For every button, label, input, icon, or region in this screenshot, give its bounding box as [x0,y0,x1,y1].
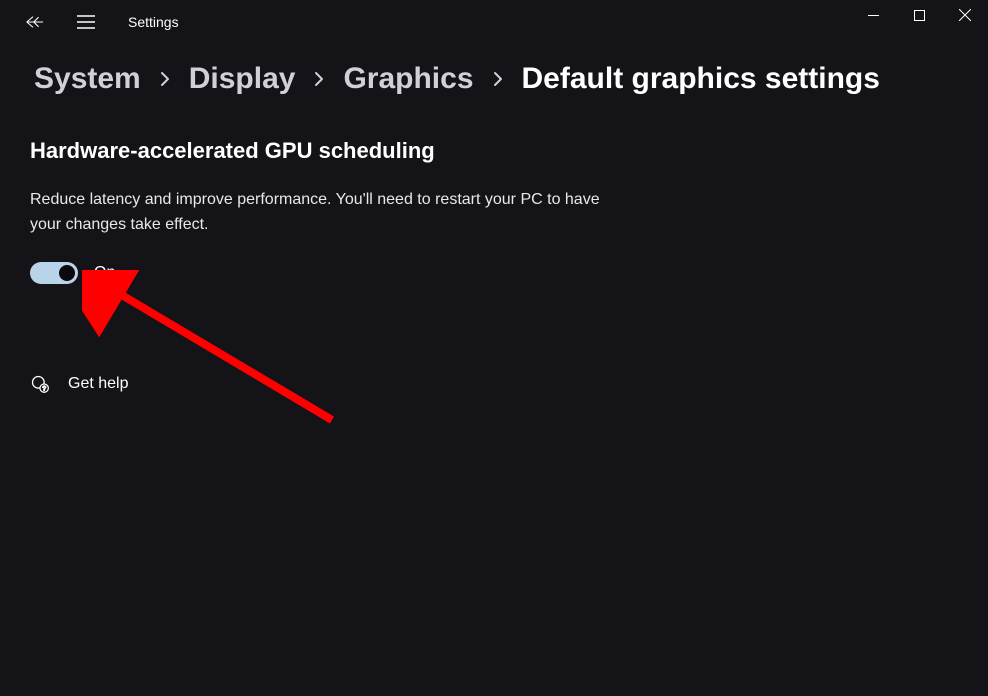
close-button[interactable] [942,0,988,30]
get-help-link[interactable]: ? Get help [30,374,988,394]
breadcrumb-current: Default graphics settings [522,62,880,96]
maximize-icon [914,10,925,21]
title-bar: Settings [0,0,988,44]
back-button[interactable] [16,2,56,42]
section-description: Reduce latency and improve performance. … [30,188,630,238]
hamburger-icon [77,15,95,29]
chevron-right-icon [313,70,325,88]
minimize-button[interactable] [850,0,896,30]
breadcrumb-system[interactable]: System [34,62,141,96]
gpu-scheduling-toggle[interactable] [30,262,78,284]
content-area: Hardware-accelerated GPU scheduling Redu… [0,96,988,394]
toggle-state-label: On [94,264,115,282]
breadcrumb-display[interactable]: Display [189,62,296,96]
menu-button[interactable] [66,2,106,42]
window-controls [850,0,988,44]
breadcrumb: System Display Graphics Default graphics… [0,44,988,96]
breadcrumb-graphics[interactable]: Graphics [343,62,473,96]
toggle-row: On [30,262,988,284]
help-label: Get help [68,375,128,393]
toggle-knob [59,265,75,281]
chevron-right-icon [159,70,171,88]
app-title: Settings [128,14,179,30]
minimize-icon [868,10,879,21]
chevron-right-icon [492,70,504,88]
svg-text:?: ? [42,385,46,392]
section-title: Hardware-accelerated GPU scheduling [30,138,988,164]
maximize-button[interactable] [896,0,942,30]
close-icon [959,9,971,21]
arrow-left-icon [26,15,46,29]
help-icon: ? [30,374,50,394]
